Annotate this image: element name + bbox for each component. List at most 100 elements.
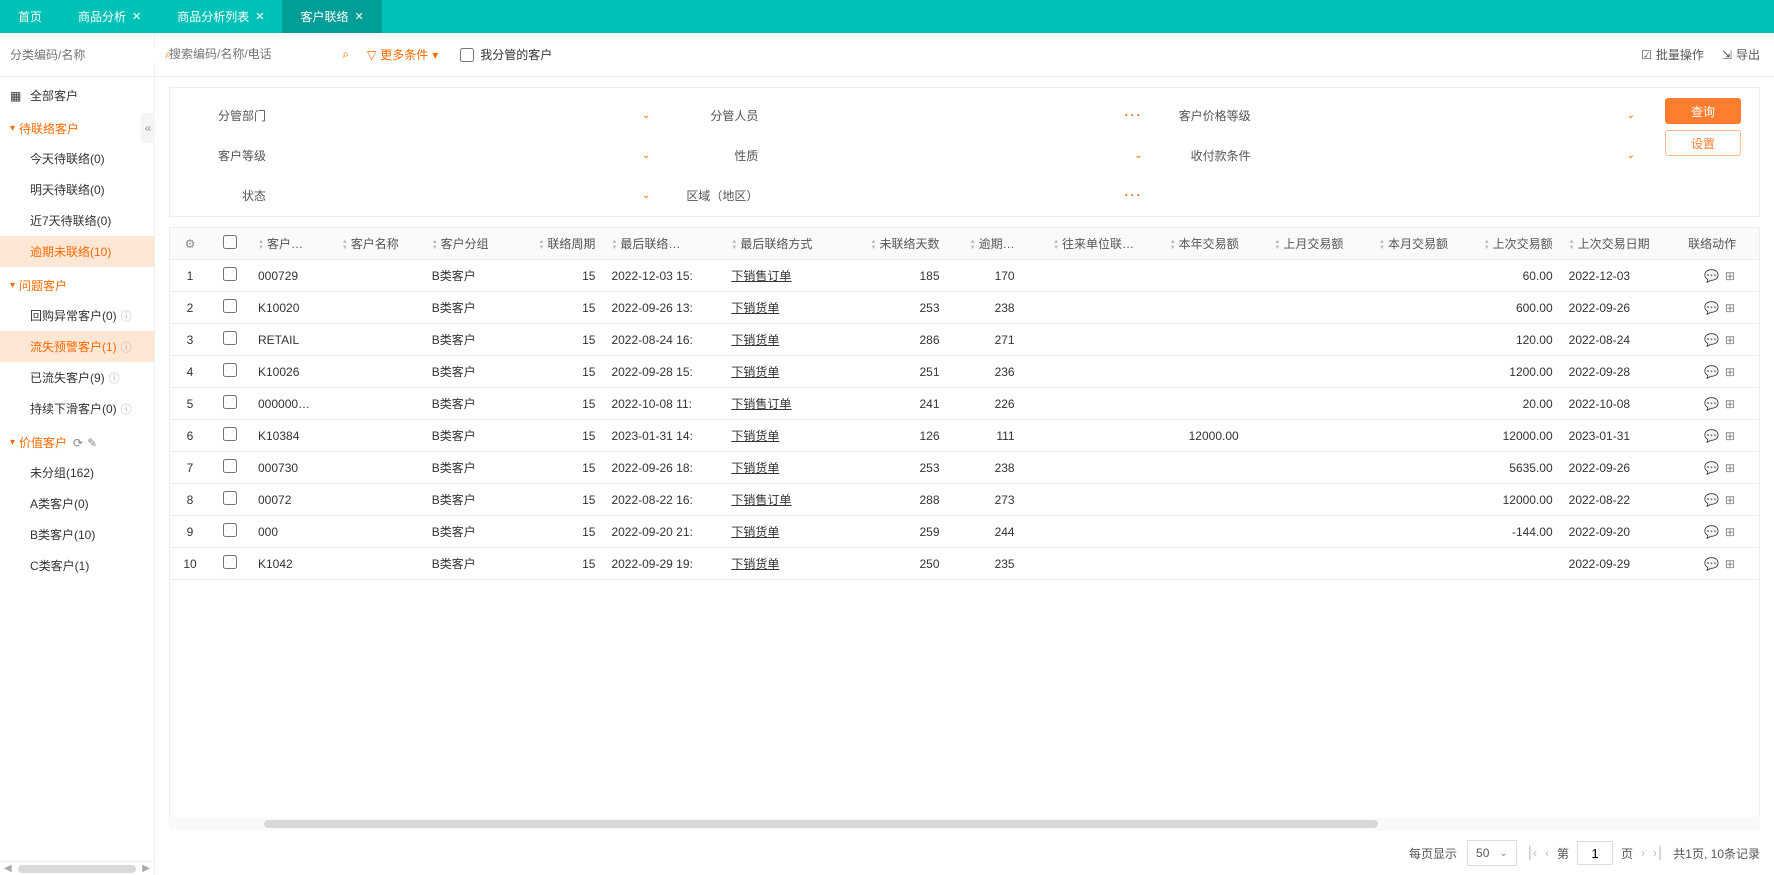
close-icon[interactable]: ✕ <box>255 10 264 23</box>
sidebar-item[interactable]: 已流失客户(9)ⓘ <box>0 362 154 393</box>
sidebar-section-header[interactable]: ▾价值客户⟳✎ <box>0 424 154 457</box>
sort-icon[interactable]: ▲▼ <box>970 239 976 251</box>
chat-icon[interactable]: 💬 <box>1704 525 1719 539</box>
column-header[interactable] <box>210 228 250 260</box>
help-icon[interactable]: ⓘ <box>109 373 120 385</box>
column-header[interactable]: ▲▼联络周期 <box>514 228 604 260</box>
scroll-thumb[interactable] <box>264 820 1378 828</box>
sidebar-item[interactable]: 未分组(162) <box>0 457 154 488</box>
close-icon[interactable]: ✕ <box>355 10 364 23</box>
sidebar-hscroll[interactable]: ◀ ▶ <box>0 861 154 875</box>
column-header[interactable]: ▲▼上次交易日期 <box>1561 228 1680 260</box>
row-checkbox[interactable] <box>223 427 237 441</box>
column-header[interactable]: ▲▼最后联络方式 <box>723 228 842 260</box>
cell-last-way[interactable]: 下销货单 <box>723 324 842 356</box>
row-checkbox[interactable] <box>223 555 237 569</box>
column-header[interactable]: ▲▼往来单位联… <box>1023 228 1142 260</box>
row-checkbox[interactable] <box>223 491 237 505</box>
cell-last-way[interactable]: 下销售订单 <box>723 260 842 292</box>
sort-icon[interactable]: ▲▼ <box>432 239 438 251</box>
close-icon[interactable]: ✕ <box>132 10 141 23</box>
sort-icon[interactable]: ▲▼ <box>1569 239 1575 251</box>
page-size-select[interactable]: 50 ⌄ <box>1467 840 1517 866</box>
search-icon[interactable]: ⌕ <box>342 47 349 62</box>
pager-last-icon[interactable]: ›⎮ <box>1653 846 1663 860</box>
table-row[interactable]: 6K10384B类客户152023-01-31 14:下销货单126111120… <box>170 420 1759 452</box>
cell-last-way[interactable]: 下销货单 <box>723 292 842 324</box>
sort-icon[interactable]: ▲▼ <box>611 239 617 251</box>
table-row[interactable]: 3RETAILB类客户152022-08-24 16:下销货单286271120… <box>170 324 1759 356</box>
column-header[interactable]: ⚙ <box>170 228 210 260</box>
column-header[interactable]: ▲▼逾期… <box>948 228 1023 260</box>
sidebar-section-header[interactable]: ▾问题客户 <box>0 267 154 300</box>
row-checkbox[interactable] <box>223 331 237 345</box>
table-row[interactable]: 800072B类客户152022-08-22 16:下销售订单288273120… <box>170 484 1759 516</box>
filter-pay-cond-select[interactable]: ⌄ <box>1261 141 1641 169</box>
scroll-left-icon[interactable]: ◀ <box>4 863 12 874</box>
tab-3[interactable]: 客户联络✕ <box>282 0 381 33</box>
help-icon[interactable]: ⓘ <box>121 342 132 354</box>
chat-icon[interactable]: 💬 <box>1704 493 1719 507</box>
tab-2[interactable]: 商品分析列表✕ <box>159 0 282 33</box>
column-header[interactable]: ▲▼本月交易额 <box>1351 228 1456 260</box>
my-customers-checkbox[interactable]: 我分管的客户 <box>460 46 552 63</box>
edit-icon[interactable]: ✎ <box>87 436 97 450</box>
table-row[interactable]: 7000730B类客户152022-09-26 18:下销货单253238563… <box>170 452 1759 484</box>
sidebar-item[interactable]: 逾期未联络(10) <box>0 236 154 267</box>
cell-last-way[interactable]: 下销售订单 <box>723 484 842 516</box>
sort-icon[interactable]: ▲▼ <box>258 239 264 251</box>
column-header[interactable]: ▲▼上月交易额 <box>1247 228 1352 260</box>
chat-icon[interactable]: 💬 <box>1704 429 1719 443</box>
column-header[interactable]: ▲▼客户… <box>250 228 334 260</box>
qr-icon[interactable]: ⊞ <box>1725 429 1735 443</box>
qr-icon[interactable]: ⊞ <box>1725 397 1735 411</box>
column-header[interactable]: ▲▼未联络天数 <box>843 228 948 260</box>
chat-icon[interactable]: 💬 <box>1704 333 1719 347</box>
qr-icon[interactable]: ⊞ <box>1725 269 1735 283</box>
row-checkbox[interactable] <box>223 267 237 281</box>
scroll-thumb[interactable] <box>18 865 137 873</box>
scroll-right-icon[interactable]: ▶ <box>142 863 150 874</box>
collapse-sidebar-icon[interactable]: « <box>141 113 155 143</box>
sidebar-all-customers[interactable]: 全部客户 <box>0 77 154 110</box>
table-row[interactable]: 5000000…B类客户152022-10-08 11:下销售订单2412262… <box>170 388 1759 420</box>
chat-icon[interactable]: 💬 <box>1704 365 1719 379</box>
sidebar-item[interactable]: 近7天待联络(0) <box>0 205 154 236</box>
page-number-input[interactable] <box>1577 841 1613 865</box>
sort-icon[interactable]: ▲▼ <box>1170 239 1176 251</box>
pager-first-icon[interactable]: ⎮‹ <box>1527 846 1537 860</box>
qr-icon[interactable]: ⊞ <box>1725 493 1735 507</box>
tab-1[interactable]: 商品分析✕ <box>60 0 159 33</box>
table-row[interactable]: 4K10026B类客户152022-09-28 15:下销货单251236120… <box>170 356 1759 388</box>
sidebar-item[interactable]: 明天待联络(0) <box>0 174 154 205</box>
chat-icon[interactable]: 💬 <box>1704 557 1719 571</box>
table-row[interactable]: 2K10020B类客户152022-09-26 13:下销货单253238600… <box>170 292 1759 324</box>
sort-icon[interactable]: ▲▼ <box>1484 239 1490 251</box>
filter-region-select[interactable]: ··· <box>768 181 1148 209</box>
filter-person-select[interactable]: ··· <box>768 101 1148 129</box>
more-conditions-button[interactable]: ▽ 更多条件 ▾ <box>367 46 442 63</box>
chat-icon[interactable]: 💬 <box>1704 397 1719 411</box>
column-header[interactable]: ▲▼客户分组 <box>424 228 514 260</box>
column-header[interactable]: ▲▼客户名称 <box>334 228 424 260</box>
qr-icon[interactable]: ⊞ <box>1725 301 1735 315</box>
sidebar-item[interactable]: 持续下滑客户(0)ⓘ <box>0 393 154 424</box>
cell-last-way[interactable]: 下销货单 <box>723 420 842 452</box>
sort-icon[interactable]: ▲▼ <box>1379 239 1385 251</box>
sidebar-section-header[interactable]: ▾待联络客户 <box>0 110 154 143</box>
pager-prev-icon[interactable]: ‹ <box>1545 846 1549 860</box>
cell-last-way[interactable]: 下销货单 <box>723 516 842 548</box>
cell-last-way[interactable]: 下销货单 <box>723 356 842 388</box>
column-header[interactable]: 联络动作 <box>1680 228 1759 260</box>
chat-icon[interactable]: 💬 <box>1704 269 1719 283</box>
row-checkbox[interactable] <box>223 299 237 313</box>
sort-icon[interactable]: ▲▼ <box>871 239 877 251</box>
table-hscroll[interactable] <box>169 817 1760 831</box>
cell-last-way[interactable]: 下销售订单 <box>723 388 842 420</box>
export-button[interactable]: ⇲ 导出 <box>1722 46 1760 63</box>
sidebar-item[interactable]: B类客户(10) <box>0 519 154 550</box>
column-header[interactable]: ▲▼本年交易额 <box>1142 228 1247 260</box>
qr-icon[interactable]: ⊞ <box>1725 365 1735 379</box>
qr-icon[interactable]: ⊞ <box>1725 525 1735 539</box>
chat-icon[interactable]: 💬 <box>1704 461 1719 475</box>
